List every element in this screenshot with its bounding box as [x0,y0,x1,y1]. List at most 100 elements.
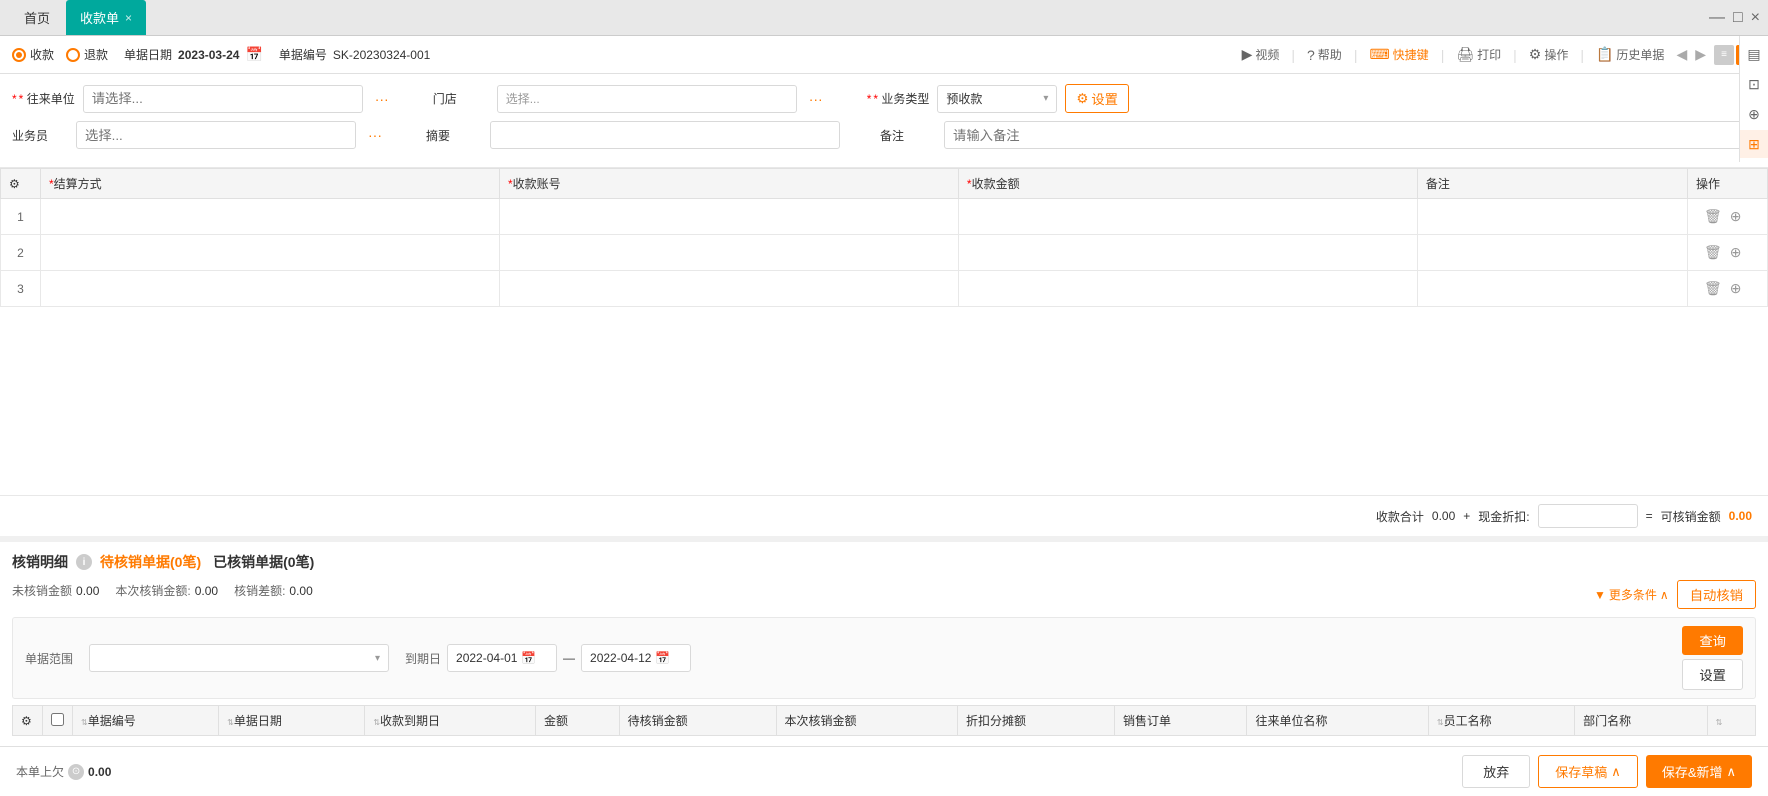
tab-current[interactable]: 收款单 × [66,0,146,35]
col-settlement: *结算方式 [41,169,500,199]
table-settings-header[interactable]: ⚙ [1,169,41,199]
footer-info-icon[interactable]: ⊙ [68,764,84,780]
filter-settings-btn[interactable]: 设置 [1682,659,1743,690]
date-to-input[interactable]: 2022-04-12 📅 [581,644,691,672]
radio-receipt[interactable]: 收款 [12,46,54,63]
footer-right: 放弃 保存草稿 ∧ 保存&新增 ∧ [1462,755,1752,788]
copy-row-2-icon[interactable]: ⊕ [1730,244,1742,261]
partner-input[interactable] [83,85,363,113]
writeoff-stats: 未核销金额 0.00 本次核销金额: 0.00 核销差额: 0.00 [12,582,313,599]
form-row-1: * 往来单位 ··· 门店 选择... ··· * 业务类型 预收款 ▾ ⚙ 设… [12,84,1756,113]
form-row-2: 业务员 ··· 摘要 备注 [12,121,1756,149]
diff-value: 0.00 [289,584,312,598]
biz-type-select[interactable]: 预收款 ▾ [937,85,1057,113]
help-icon: ? [1307,47,1315,63]
remark-input[interactable] [944,121,1756,149]
cell-amount-3[interactable] [958,271,1417,307]
cell-remark-2[interactable] [1417,235,1687,271]
tab-home[interactable]: 首页 [8,0,66,35]
more-conditions-btn[interactable]: ▼ 更多条件 ∧ [1594,586,1669,603]
video-btn[interactable]: ▶ 视频 [1238,44,1284,65]
right-tool-2-btn[interactable]: ⊡ [1740,70,1768,98]
nav-next-icon[interactable]: ▶ [1695,46,1706,63]
diff-label: 核销差额: [234,582,285,599]
print-icon: 🖨 [1456,46,1474,63]
salesperson-input[interactable] [76,121,356,149]
select-all-checkbox[interactable] [51,713,64,726]
cell-amount-1[interactable] [958,199,1417,235]
radio-refund[interactable]: 退款 [66,46,108,63]
right-tool-1-btn[interactable]: ▤ [1740,40,1768,68]
right-tool-4-btn[interactable]: ⊞ [1740,130,1768,158]
store-input[interactable]: 选择... [497,85,797,113]
save-new-btn[interactable]: 保存&新增 ∧ [1646,755,1752,788]
footer-left: 本单上欠 ⊙ 0.00 [16,763,111,780]
cell-settlement-1[interactable] [41,199,500,235]
query-actions: 查询 设置 [1682,626,1743,690]
cell-remark-3[interactable] [1417,271,1687,307]
discount-label: 现金折扣: [1478,508,1529,525]
discount-input[interactable] [1538,504,1638,528]
cell-account-2[interactable] [499,235,958,271]
stat-diff: 核销差额: 0.00 [234,582,313,599]
save-draft-dropdown-icon[interactable]: ∧ [1611,764,1621,780]
stat-uncancelled: 未核销金额 0.00 [12,582,99,599]
delete-row-3-icon[interactable]: 🗑 [1704,280,1722,297]
window-maximize-btn[interactable]: □ [1733,9,1743,27]
window-close-btn[interactable]: × [1751,9,1760,27]
cell-remark-1[interactable] [1417,199,1687,235]
writeoff-tabs: 待核销单据(0笔) 已核销单据(0笔) [100,552,314,572]
pending-tab[interactable]: 待核销单据(0笔) [100,552,201,572]
store-more-btn[interactable]: ··· [805,91,827,107]
summary-input[interactable] [490,121,840,149]
date-from-input[interactable]: 2022-04-01 📅 [447,644,557,672]
copy-row-1-icon[interactable]: ⊕ [1730,208,1742,225]
writeoff-table: ⚙ ⇅单据编号 ⇅单据日期 ⇅收款到期日 金额 待核销金额 本次核销金额 折扣分… [12,705,1756,736]
cell-settlement-3[interactable] [41,271,500,307]
bill-no-field: 单据编号 SK-20230324-001 [279,46,430,63]
bottom-table-section: ⚙ ⇅单据编号 ⇅单据日期 ⇅收款到期日 金额 待核销金额 本次核销金额 折扣分… [12,705,1756,736]
partner-more-btn[interactable]: ··· [371,91,393,107]
help-btn[interactable]: ? 帮助 [1303,44,1346,65]
right-tool-3-btn[interactable]: ⊕ [1740,100,1768,128]
table-gear-icon: ⚙ [9,177,20,191]
current-value: 0.00 [195,584,218,598]
auto-writeoff-btn[interactable]: 自动核销 [1677,580,1756,609]
save-draft-label: 保存草稿 [1555,762,1607,781]
window-minimize-btn[interactable]: — [1709,9,1725,27]
cell-settlement-2[interactable] [41,235,500,271]
bottom-col-checkbox[interactable] [43,706,73,736]
nav-prev-icon[interactable]: ◀ [1676,46,1687,63]
delete-row-1-icon[interactable]: 🗑 [1704,208,1722,225]
salesperson-more-btn[interactable]: ··· [364,127,386,143]
save-draft-btn[interactable]: 保存草稿 ∧ [1538,755,1638,788]
cell-account-3[interactable] [499,271,958,307]
date-value[interactable]: 2023-03-24 [178,48,239,62]
radio-refund-circle [66,48,80,62]
more-conditions-label: 更多条件 [1609,586,1657,603]
bottom-col-gear[interactable]: ⚙ [13,706,43,736]
operate-btn[interactable]: ⚙ 操作 [1525,44,1573,65]
writeoff-info-icon[interactable]: i [76,554,92,570]
done-tab[interactable]: 已核销单据(0笔) [213,552,314,572]
sep2: | [1354,47,1358,63]
bottom-col-bill-no: ⇅单据日期 [219,706,365,736]
query-btn[interactable]: 查询 [1682,626,1743,655]
form-settings-btn[interactable]: ⚙ 设置 [1065,84,1129,113]
cell-account-1[interactable] [499,199,958,235]
tab-close-icon[interactable]: × [125,11,132,25]
cell-amount-2[interactable] [958,235,1417,271]
date-from-label: 到期日 [405,650,441,667]
calendar-icon[interactable]: 📅 [245,46,262,63]
delete-row-2-icon[interactable]: 🗑 [1704,244,1722,261]
shortcut-btn[interactable]: ⌨ 快捷键 [1365,44,1432,65]
view-list-icon[interactable]: ≡ [1714,45,1734,65]
print-btn[interactable]: 🖨 打印 [1452,44,1505,65]
history-btn[interactable]: 📋 历史单据 [1592,44,1668,65]
copy-row-3-icon[interactable]: ⊕ [1730,280,1742,297]
range-select[interactable]: ▾ [89,644,389,672]
biz-type-chevron: ▾ [1043,93,1048,104]
abandon-btn[interactable]: 放弃 [1462,755,1530,788]
col-action: 操作 [1688,169,1768,199]
save-new-dropdown-icon[interactable]: ∧ [1726,764,1736,780]
